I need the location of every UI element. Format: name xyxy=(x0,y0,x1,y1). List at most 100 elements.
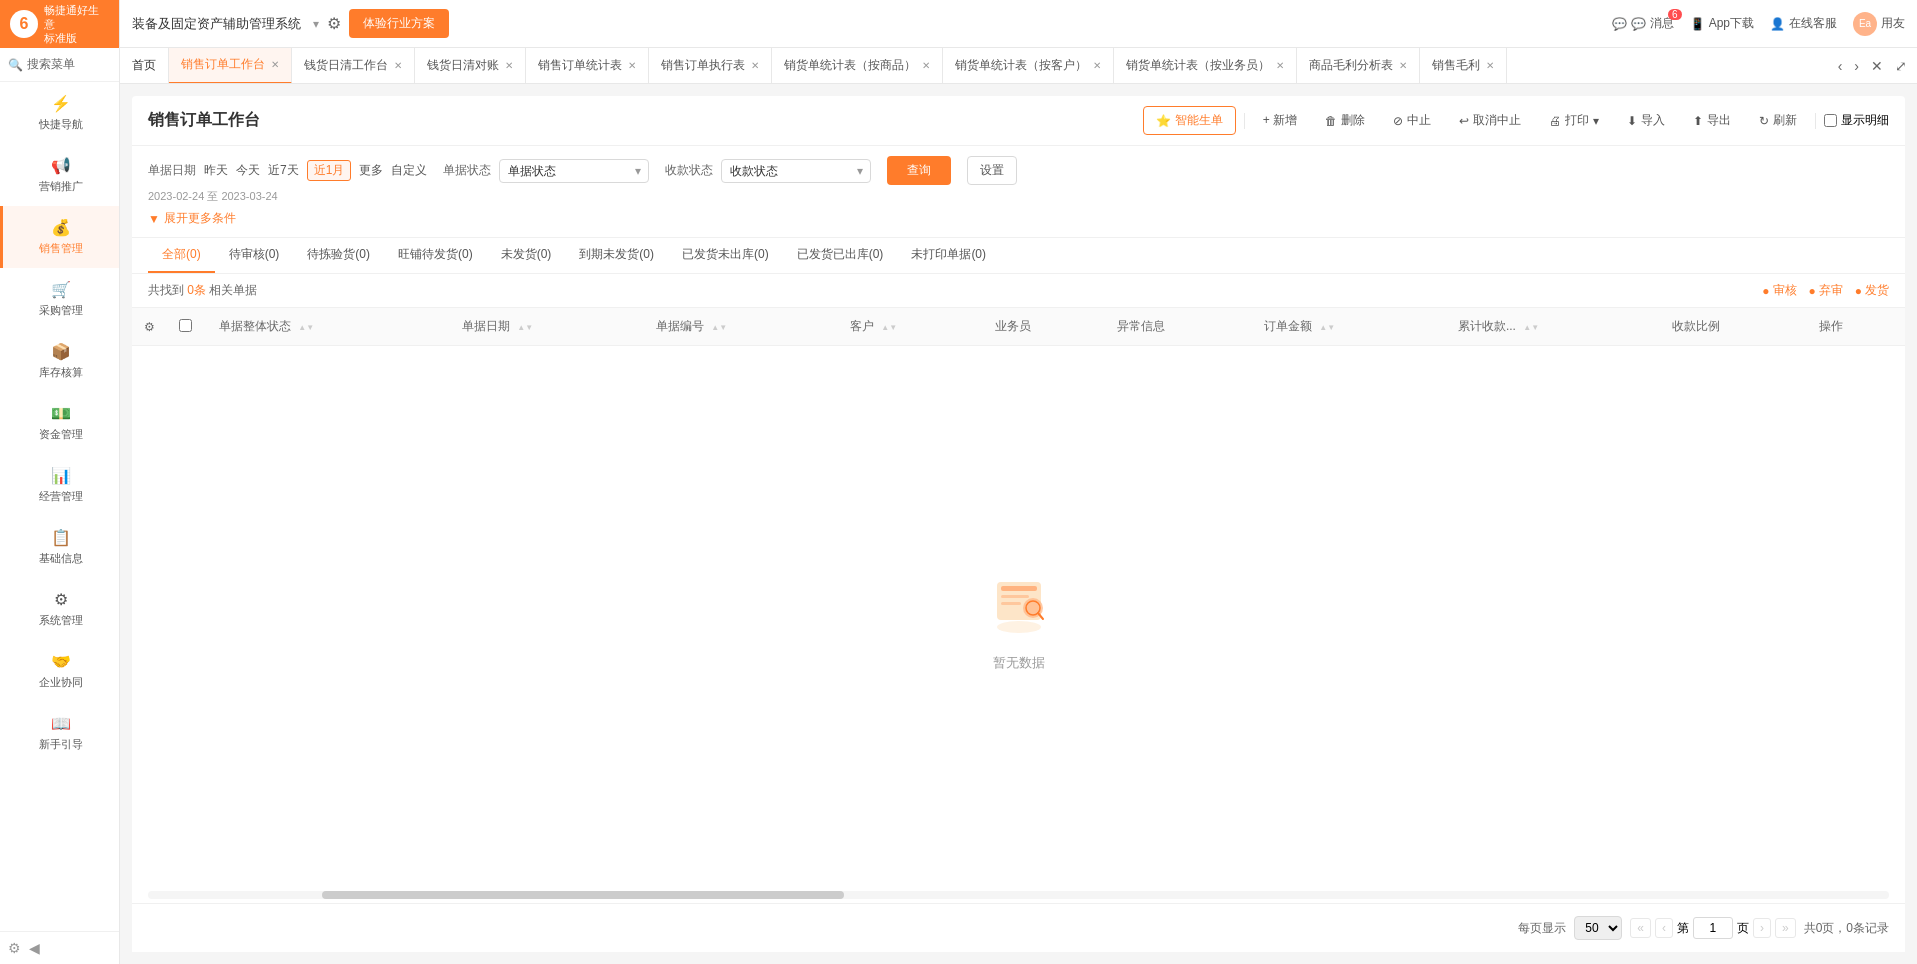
sub-tab-0[interactable]: 全部(0) xyxy=(148,238,215,273)
expand-btn[interactable]: ▼ 展开更多条件 xyxy=(148,210,1889,227)
sub-tab-3[interactable]: 旺铺待发货(0) xyxy=(384,238,487,273)
tab-2[interactable]: 钱货日清工作台✕ xyxy=(292,48,415,84)
audit-btn[interactable]: ● 审核 xyxy=(1762,282,1796,299)
tab-close-btn[interactable]: ✕ xyxy=(271,59,279,70)
tab-close-btn[interactable]: ✕ xyxy=(1486,60,1494,71)
page-input[interactable] xyxy=(1693,917,1733,939)
sidebar-item-6[interactable]: 📊经营管理 xyxy=(0,454,119,516)
export-btn[interactable]: ⬆ 导出 xyxy=(1683,107,1741,134)
app-download-btn[interactable]: 📱 App下载 xyxy=(1690,15,1754,32)
industry-btn[interactable]: 体验行业方案 xyxy=(349,9,449,38)
tab-1[interactable]: 销售订单工作台✕ xyxy=(169,48,292,84)
th-checkbox[interactable] xyxy=(167,308,207,346)
sidebar-item-7[interactable]: 📋基础信息 xyxy=(0,516,119,578)
sidebar-settings-btn[interactable]: ⚙ xyxy=(8,940,21,956)
table-info-bar: 共找到 0条 相关单据 ● 审核 ● 弃审 xyxy=(132,274,1905,308)
tab-4[interactable]: 销售订单统计表✕ xyxy=(526,48,649,84)
scroll-thumb[interactable] xyxy=(322,891,844,899)
message-btn[interactable]: 💬 6 💬 消息 xyxy=(1612,15,1674,32)
select-all-checkbox[interactable] xyxy=(179,319,192,332)
tab-close-btn[interactable]: ✕ xyxy=(1093,60,1101,71)
sub-tab-2[interactable]: 待拣验货(0) xyxy=(293,238,384,273)
ship-btn[interactable]: ● 发货 xyxy=(1855,282,1889,299)
date-option-today[interactable]: 今天 xyxy=(236,162,260,179)
tab-close-btn[interactable]: ✕ xyxy=(505,60,513,71)
user-menu-btn[interactable]: Ea 用友 xyxy=(1853,12,1905,36)
sidebar-item-1[interactable]: 📢营销推广 xyxy=(0,144,119,206)
tab-close-btn[interactable]: ✕ xyxy=(922,60,930,71)
query-btn[interactable]: 查询 xyxy=(887,156,951,185)
tab-9[interactable]: 商品毛利分析表✕ xyxy=(1297,48,1420,84)
tab-prev-btn[interactable]: ‹ xyxy=(1834,56,1847,76)
tab-6[interactable]: 销货单统计表（按商品）✕ xyxy=(772,48,943,84)
sub-tab-5[interactable]: 到期未发货(0) xyxy=(565,238,668,273)
stop-btn[interactable]: ⊘ 中止 xyxy=(1383,107,1441,134)
page-first-btn[interactable]: « xyxy=(1630,918,1651,938)
add-btn[interactable]: + 新增 xyxy=(1253,107,1307,134)
sort-status[interactable]: ▲▼ xyxy=(298,324,314,332)
sort-cumulative[interactable]: ▲▼ xyxy=(1523,324,1539,332)
sub-tab-7[interactable]: 已发货已出库(0) xyxy=(783,238,898,273)
show-detail-label[interactable]: 显示明细 xyxy=(1824,112,1889,129)
date-option-7days[interactable]: 近7天 xyxy=(268,162,299,179)
sidebar-item-0[interactable]: ⚡快捷导航 xyxy=(0,82,119,144)
cancel-stop-btn[interactable]: ↩ 取消中止 xyxy=(1449,107,1531,134)
th-settings[interactable]: ⚙ xyxy=(132,308,167,346)
online-service-btn[interactable]: 👤 在线客服 xyxy=(1770,15,1837,32)
date-option-1month[interactable]: 近1月 xyxy=(307,160,352,181)
th-amount: 订单金额 ▲▼ xyxy=(1252,308,1446,346)
page-prev-btn[interactable]: ‹ xyxy=(1655,918,1673,938)
tab-close-btn[interactable]: ✕ xyxy=(628,60,636,71)
sort-number[interactable]: ▲▼ xyxy=(711,324,727,332)
tab-0[interactable]: 首页 xyxy=(120,48,169,84)
status-select[interactable]: 单据状态 xyxy=(499,159,649,183)
sub-tab-4[interactable]: 未发货(0) xyxy=(487,238,566,273)
print-btn[interactable]: 🖨 打印 ▾ xyxy=(1539,107,1609,134)
sidebar-item-5[interactable]: 💵资金管理 xyxy=(0,392,119,454)
sidebar-item-3[interactable]: 🛒采购管理 xyxy=(0,268,119,330)
sidebar-item-2[interactable]: 💰销售管理 xyxy=(0,206,119,268)
sidebar-item-9[interactable]: 🤝企业协同 xyxy=(0,640,119,702)
tab-3[interactable]: 钱货日清对账✕ xyxy=(415,48,526,84)
cancel-audit-btn[interactable]: ● 弃审 xyxy=(1809,282,1843,299)
tab-7[interactable]: 销货单统计表（按客户）✕ xyxy=(943,48,1114,84)
date-option-custom[interactable]: 自定义 xyxy=(391,162,427,179)
sort-amount[interactable]: ▲▼ xyxy=(1319,324,1335,332)
sidebar-search[interactable]: 🔍 搜索菜单 xyxy=(0,48,119,82)
tab-close-btn[interactable]: ✕ xyxy=(1399,60,1407,71)
date-option-yesterday[interactable]: 昨天 xyxy=(204,162,228,179)
header-settings-icon[interactable]: ⚙ xyxy=(327,14,341,33)
import-btn[interactable]: ⬇ 导入 xyxy=(1617,107,1675,134)
show-detail-checkbox[interactable] xyxy=(1824,114,1837,127)
tab-10[interactable]: 销售毛利✕ xyxy=(1420,48,1507,84)
smart-btn[interactable]: ⭐ 智能生单 xyxy=(1143,106,1236,135)
nav-label: 新手引导 xyxy=(39,737,83,752)
tab-close-btn[interactable]: ✕ xyxy=(1276,60,1284,71)
toolbar-divider-2 xyxy=(1815,113,1816,129)
sub-tab-1[interactable]: 待审核(0) xyxy=(215,238,294,273)
page-next-btn[interactable]: › xyxy=(1753,918,1771,938)
page-last-btn[interactable]: » xyxy=(1775,918,1796,938)
sidebar-collapse-btn[interactable]: ◀ xyxy=(29,940,40,956)
payment-select[interactable]: 收款状态 xyxy=(721,159,871,183)
page-size-select[interactable]: 50 xyxy=(1574,916,1622,940)
tab-8[interactable]: 销货单统计表（按业务员）✕ xyxy=(1114,48,1297,84)
sidebar-item-10[interactable]: 📖新手引导 xyxy=(0,702,119,764)
refresh-btn[interactable]: ↻ 刷新 xyxy=(1749,107,1807,134)
tab-close-btn[interactable]: ✕ xyxy=(751,60,759,71)
horizontal-scroll[interactable] xyxy=(148,891,1889,899)
delete-btn[interactable]: 🗑 删除 xyxy=(1315,107,1375,134)
sort-date[interactable]: ▲▼ xyxy=(517,324,533,332)
sidebar-item-4[interactable]: 📦库存核算 xyxy=(0,330,119,392)
setting-btn[interactable]: 设置 xyxy=(967,156,1017,185)
sub-tab-8[interactable]: 未打印单据(0) xyxy=(897,238,1000,273)
sub-tab-6[interactable]: 已发货未出库(0) xyxy=(668,238,783,273)
date-option-more[interactable]: 更多 xyxy=(359,162,383,179)
tab-next-btn[interactable]: › xyxy=(1850,56,1863,76)
tab-fullscreen-btn[interactable]: ⤢ xyxy=(1891,56,1911,76)
tab-close-btn[interactable]: ✕ xyxy=(394,60,402,71)
tab-5[interactable]: 销售订单执行表✕ xyxy=(649,48,772,84)
sidebar-item-8[interactable]: ⚙系统管理 xyxy=(0,578,119,640)
tab-close-all-btn[interactable]: ✕ xyxy=(1867,56,1887,76)
sort-customer[interactable]: ▲▼ xyxy=(881,324,897,332)
